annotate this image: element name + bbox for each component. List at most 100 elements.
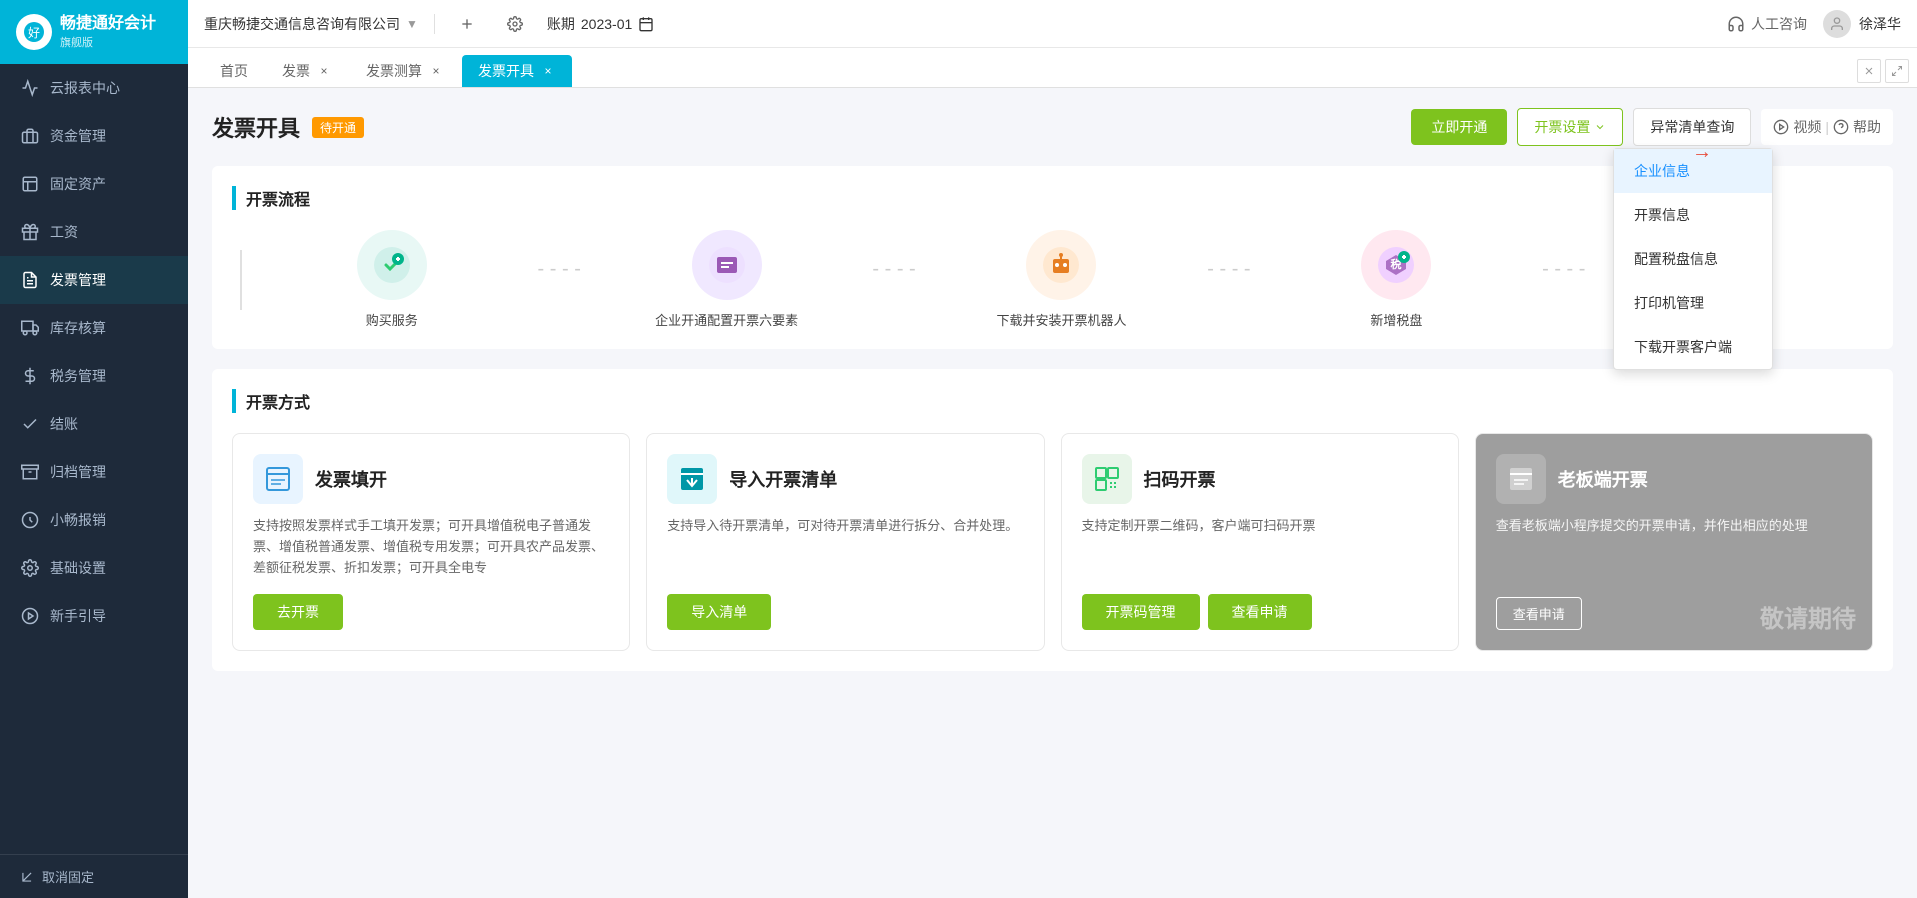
tab-invoice[interactable]: 发票 × bbox=[266, 55, 348, 87]
scan-code-view-button[interactable]: 查看申请 bbox=[1208, 594, 1312, 630]
billing-card-manual: 发票填开 支持按照发票样式手工填开发票；可开具增值税电子普通发票、增值税普通发票… bbox=[232, 433, 630, 651]
payroll-icon bbox=[20, 222, 40, 242]
tab-invoice-calc-close[interactable]: × bbox=[428, 63, 444, 79]
billing-card-import-header: 导入开票清单 bbox=[667, 454, 1023, 504]
manual-fill-btn-area: 去开票 bbox=[253, 594, 343, 630]
video-help-area: 视频 | 帮助 bbox=[1761, 109, 1893, 145]
manual-fill-desc: 支持按照发票样式手工填开发票；可开具增值税电子普通发票、增值税普通发票、增值税专… bbox=[253, 516, 609, 578]
scan-code-title: 扫码开票 bbox=[1144, 466, 1216, 492]
settings-button[interactable] bbox=[499, 8, 531, 40]
app-title: 畅捷通好会计 bbox=[60, 14, 156, 33]
import-list-desc: 支持导入待开票清单，可对待开票清单进行拆分、合并处理。 bbox=[667, 516, 1023, 578]
download-robot-label: 下载并安装开票机器人 bbox=[996, 310, 1126, 329]
app-subtitle: 旗舰版 bbox=[60, 34, 156, 50]
sidebar-scroll: 云报表中心 资金管理 固定资产 工资 bbox=[0, 64, 188, 854]
sidebar-item-invoice[interactable]: 发票管理 bbox=[0, 256, 188, 304]
fund-icon bbox=[20, 126, 40, 146]
user-info[interactable]: 徐泽华 bbox=[1823, 10, 1901, 38]
settings-dropdown-button[interactable]: 开票设置 bbox=[1517, 108, 1623, 146]
dropdown-item-tax-config[interactable]: 配置税盘信息 bbox=[1614, 237, 1772, 281]
flow-step-tax: 税 新增税盘 bbox=[1255, 230, 1539, 329]
top-header: 重庆畅捷交通信息咨询有限公司 ▼ 账期 2023-01 人工咨询 bbox=[188, 0, 1917, 48]
boss-icon bbox=[1496, 454, 1546, 504]
boss-overlay-text: 敬请期待 bbox=[1760, 599, 1856, 634]
billing-card-boss-header: 老板端开票 bbox=[1496, 454, 1852, 504]
import-list-button[interactable]: 导入清单 bbox=[667, 594, 771, 630]
service-label: 人工咨询 bbox=[1751, 14, 1807, 34]
activate-button[interactable]: 立即开通 bbox=[1411, 109, 1507, 145]
sidebar-item-inventory[interactable]: 库存核算 bbox=[0, 304, 188, 352]
config-enterprise-label: 企业开通配置开票六要素 bbox=[655, 310, 798, 329]
flow-divider-start bbox=[240, 250, 242, 310]
page-header: 发票开具 待开通 立即开通 开票设置 异常清单查询 视频 | bbox=[212, 108, 1893, 146]
tab-invoice-issue[interactable]: 发票开具 × bbox=[462, 55, 572, 87]
billing-card-import: 导入开票清单 支持导入待开票清单，可对待开票清单进行拆分、合并处理。 导入清单 bbox=[646, 433, 1044, 651]
sidebar-item-guide[interactable]: 新手引导 bbox=[0, 592, 188, 640]
sidebar-item-label: 工资 bbox=[50, 222, 78, 242]
header-divider-1 bbox=[434, 14, 435, 34]
tab-expand-button[interactable] bbox=[1885, 59, 1909, 83]
tab-invoice-calc[interactable]: 发票测算 × bbox=[350, 55, 460, 87]
sidebar: 好 畅捷通好会计 旗舰版 云报表中心 资金管理 bbox=[0, 0, 188, 898]
company-dropdown-icon: ▼ bbox=[406, 17, 418, 31]
sidebar-unpin[interactable]: 取消固定 bbox=[0, 854, 188, 898]
add-company-button[interactable] bbox=[451, 8, 483, 40]
flow-arrow-3: - - - - bbox=[1207, 258, 1250, 301]
sidebar-item-assets[interactable]: 固定资产 bbox=[0, 160, 188, 208]
company-selector[interactable]: 重庆畅捷交通信息咨询有限公司 ▼ bbox=[204, 14, 418, 34]
period-text: 账期 bbox=[547, 14, 575, 34]
sidebar-item-label: 小畅报销 bbox=[50, 510, 106, 530]
sidebar-item-settlement[interactable]: 结账 bbox=[0, 400, 188, 448]
help-label[interactable]: 帮助 bbox=[1853, 117, 1881, 137]
billing-section: 开票方式 发票填开 支持按照发票样式手工填开发票；可开具增值税电子普通发票、增值… bbox=[212, 369, 1893, 671]
dropdown-item-download-client[interactable]: 下载开票客户端 bbox=[1614, 325, 1772, 369]
dropdown-item-printer[interactable]: 打印机管理 bbox=[1614, 281, 1772, 325]
sidebar-unpin-label: 取消固定 bbox=[42, 867, 94, 886]
tab-close-button[interactable] bbox=[1857, 59, 1881, 83]
flow-arrow-4: - - - - bbox=[1542, 258, 1585, 301]
import-list-btn-area: 导入清单 bbox=[667, 594, 771, 630]
period-value: 2023-01 bbox=[581, 16, 632, 32]
tab-invoice-calc-label: 发票测算 bbox=[366, 61, 422, 81]
billing-section-title: 开票方式 bbox=[232, 389, 1873, 413]
tab-invoice-issue-close[interactable]: × bbox=[540, 63, 556, 79]
service-button[interactable]: 人工咨询 bbox=[1727, 14, 1807, 34]
sidebar-item-tax[interactable]: 税务管理 bbox=[0, 352, 188, 400]
status-badge: 待开通 bbox=[312, 117, 364, 138]
sidebar-item-label: 新手引导 bbox=[50, 606, 106, 626]
tab-bar-actions bbox=[1857, 59, 1917, 87]
sidebar-item-archive[interactable]: 归档管理 bbox=[0, 448, 188, 496]
manual-fill-icon bbox=[253, 454, 303, 504]
download-robot-icon bbox=[1026, 230, 1096, 300]
scan-code-desc: 支持定制开票二维码，客户端可扫码开票 bbox=[1082, 516, 1438, 578]
sidebar-item-payroll[interactable]: 工资 bbox=[0, 208, 188, 256]
scan-code-manage-button[interactable]: 开票码管理 bbox=[1082, 594, 1200, 630]
manual-fill-button[interactable]: 去开票 bbox=[253, 594, 343, 630]
help-divider: | bbox=[1825, 119, 1829, 135]
settings-dropdown-menu: → 企业信息 开票信息 配置税盘信息 打印机管理 下载开票客户端 bbox=[1613, 148, 1773, 370]
sidebar-item-report[interactable]: 小畅报销 bbox=[0, 496, 188, 544]
sidebar-item-label: 基础设置 bbox=[50, 558, 106, 578]
dropdown-item-invoice-info[interactable]: 开票信息 bbox=[1614, 193, 1772, 237]
buy-service-label: 购买服务 bbox=[366, 310, 418, 329]
tab-home[interactable]: 首页 bbox=[204, 55, 264, 87]
sidebar-item-label: 结账 bbox=[50, 414, 78, 434]
page-title: 发票开具 bbox=[212, 111, 300, 143]
boss-view-button[interactable]: 查看申请 bbox=[1496, 597, 1582, 630]
period-selector[interactable]: 账期 2023-01 bbox=[547, 14, 654, 34]
video-label[interactable]: 视频 bbox=[1793, 117, 1821, 137]
sidebar-item-cloud-report[interactable]: 云报表中心 bbox=[0, 64, 188, 112]
import-list-title: 导入开票清单 bbox=[729, 466, 837, 492]
svg-text:好: 好 bbox=[28, 26, 40, 40]
sidebar-item-label: 发票管理 bbox=[50, 270, 106, 290]
billing-card-manual-header: 发票填开 bbox=[253, 454, 609, 504]
sidebar-item-fund[interactable]: 资金管理 bbox=[0, 112, 188, 160]
tab-bar: 首页 发票 × 发票测算 × 发票开具 × bbox=[188, 48, 1917, 88]
billing-methods-grid: 发票填开 支持按照发票样式手工填开发票；可开具增值税电子普通发票、增值税普通发票… bbox=[232, 433, 1873, 651]
settings-icon bbox=[20, 558, 40, 578]
company-name: 重庆畅捷交通信息咨询有限公司 bbox=[204, 14, 400, 34]
boss-issue-desc: 查看老板端小程序提交的开票申请，并作出相应的处理 bbox=[1496, 516, 1852, 581]
sidebar-item-settings[interactable]: 基础设置 bbox=[0, 544, 188, 592]
tab-invoice-close[interactable]: × bbox=[316, 63, 332, 79]
dropdown-arrow-indicator: → bbox=[1692, 141, 1712, 164]
